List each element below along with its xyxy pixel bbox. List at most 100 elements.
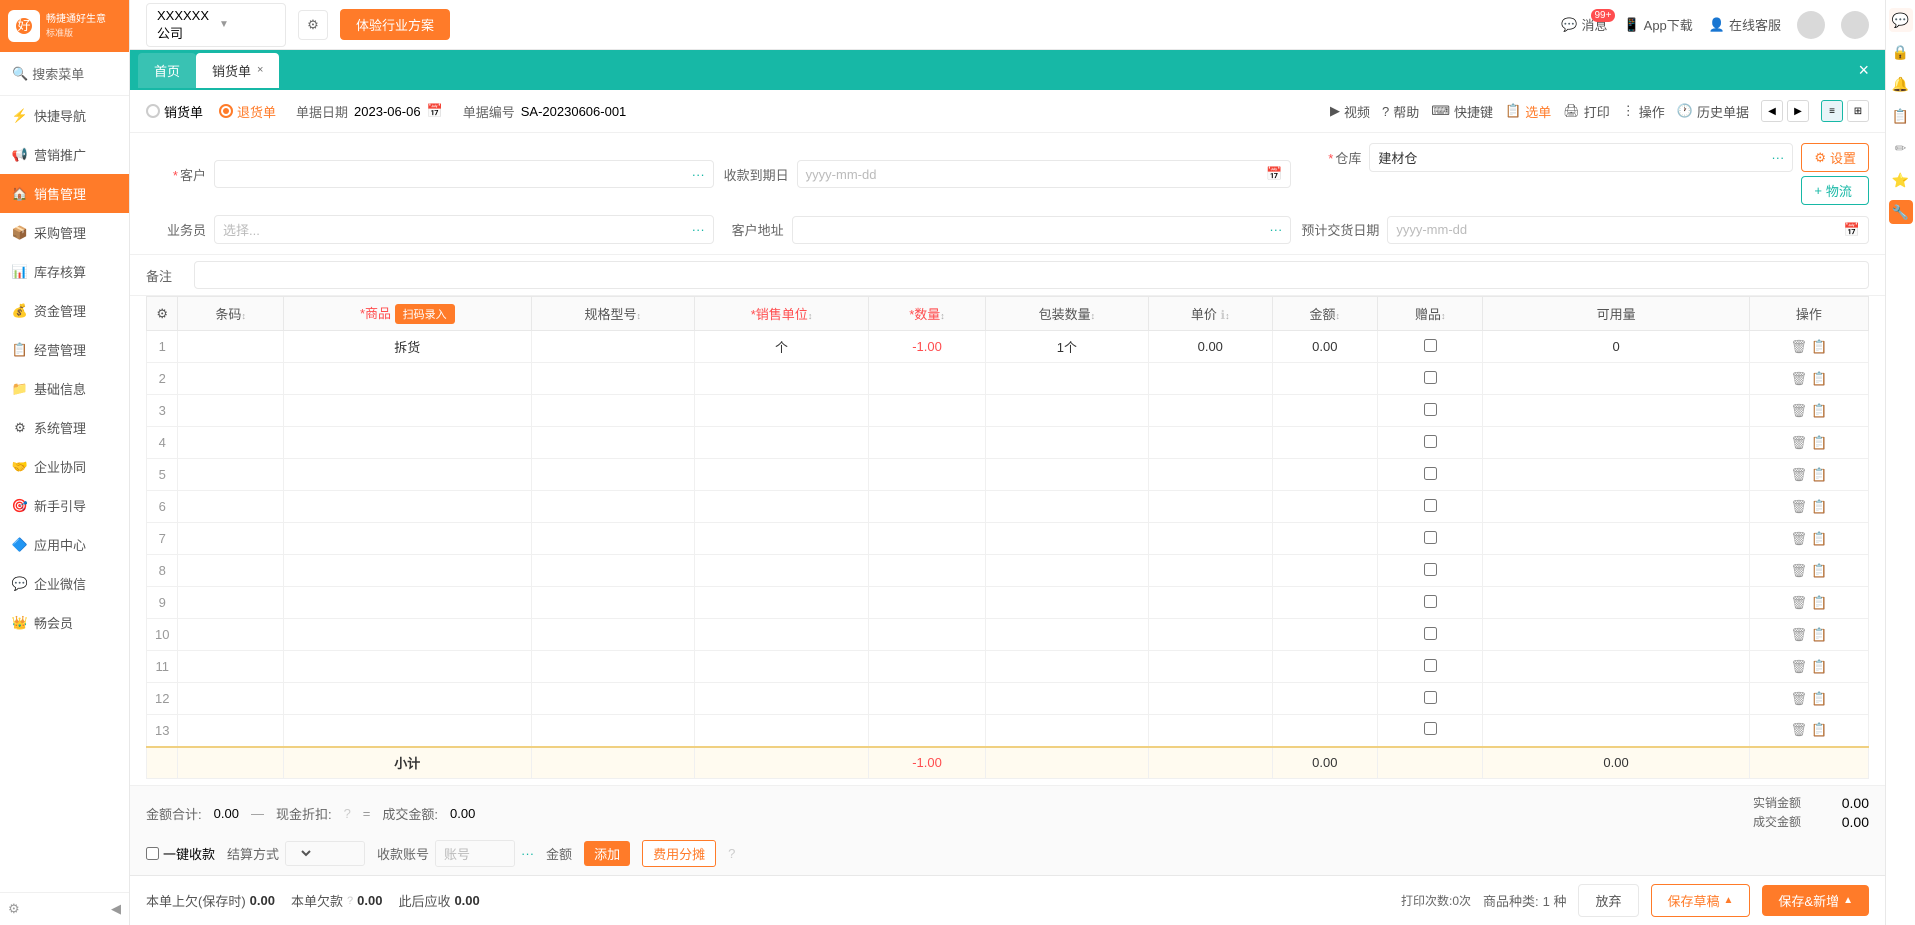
notes-input[interactable] bbox=[194, 261, 1869, 289]
app-download-button[interactable]: 📱 App下载 bbox=[1623, 15, 1692, 34]
sidebar-item-operations[interactable]: 📋 经营管理 bbox=[0, 330, 129, 369]
copy-row-10-icon[interactable]: 📋 bbox=[1811, 627, 1827, 643]
gift-checkbox-11[interactable] bbox=[1424, 659, 1437, 672]
salesperson-ellipsis[interactable]: ··· bbox=[692, 222, 705, 237]
copy-row-3-icon[interactable]: 📋 bbox=[1811, 403, 1827, 419]
gift-checkbox-10[interactable] bbox=[1424, 627, 1437, 640]
radio-return-order[interactable]: 退货单 bbox=[219, 102, 276, 121]
gift-checkbox-12[interactable] bbox=[1424, 691, 1437, 704]
history-button[interactable]: 🕐 历史单据 bbox=[1677, 102, 1749, 121]
unit-price-1[interactable]: 0.00 bbox=[1148, 331, 1272, 363]
gift-checkbox-3[interactable] bbox=[1424, 403, 1437, 416]
delete-row-6-icon[interactable]: 🗑 bbox=[1791, 499, 1808, 515]
current-due-help-icon[interactable]: ? bbox=[347, 895, 353, 907]
add-payment-button[interactable]: 添加 bbox=[584, 841, 630, 866]
copy-row-4-icon[interactable]: 📋 bbox=[1811, 435, 1827, 451]
right-panel-icon-7[interactable]: 🔧 bbox=[1889, 200, 1913, 224]
help-button[interactable]: ? 帮助 bbox=[1382, 102, 1419, 121]
right-panel-icon-2[interactable]: 🔒 bbox=[1889, 40, 1913, 64]
gift-checkbox-13[interactable] bbox=[1424, 722, 1437, 735]
receive-date-input[interactable]: yyyy-mm-dd 📅 bbox=[797, 160, 1292, 188]
sidebar-item-collab[interactable]: 🤝 企业协同 bbox=[0, 447, 129, 486]
warehouse-input[interactable]: 建材仓 ··· bbox=[1369, 143, 1793, 172]
operate-button[interactable]: ⋮ 操作 bbox=[1622, 102, 1665, 121]
close-all-tabs-button[interactable]: × bbox=[1850, 56, 1877, 85]
sidebar-item-quick-nav[interactable]: ⚡ 快捷导航 bbox=[0, 96, 129, 135]
discount-help-icon[interactable]: ? bbox=[344, 806, 351, 821]
gift-checkbox-9[interactable] bbox=[1424, 595, 1437, 608]
right-panel-icon-4[interactable]: 📋 bbox=[1889, 104, 1913, 128]
online-service-button[interactable]: 👤 在线客服 bbox=[1709, 15, 1781, 34]
tab-home[interactable]: 首页 bbox=[138, 53, 196, 88]
gift-checkbox-2[interactable] bbox=[1424, 371, 1437, 384]
tab-sales-order[interactable]: 销货单 × bbox=[196, 53, 279, 88]
sidebar-item-sales[interactable]: 🏠 销售管理 bbox=[0, 174, 129, 213]
delete-row-9-icon[interactable]: 🗑 bbox=[1791, 595, 1808, 611]
gift-checkbox-6[interactable] bbox=[1424, 499, 1437, 512]
warehouse-ellipsis[interactable]: ··· bbox=[1771, 150, 1784, 165]
discard-button[interactable]: 放弃 bbox=[1578, 884, 1638, 917]
sidebar-item-purchase[interactable]: 📦 采购管理 bbox=[0, 213, 129, 252]
message-button[interactable]: 💬 消息 99+ bbox=[1561, 15, 1607, 34]
video-button[interactable]: ▶ 视频 bbox=[1330, 102, 1370, 121]
copy-row-1-icon[interactable]: 📋 bbox=[1811, 339, 1827, 355]
delete-row-12-icon[interactable]: 🗑 bbox=[1791, 691, 1808, 707]
right-panel-icon-6[interactable]: ⭐ bbox=[1889, 168, 1913, 192]
amount-1[interactable]: 0.00 bbox=[1272, 331, 1377, 363]
radio-sale-order[interactable]: 销货单 bbox=[146, 102, 203, 121]
copy-row-9-icon[interactable]: 📋 bbox=[1811, 595, 1827, 611]
quantity-1[interactable]: -1.00 bbox=[869, 331, 986, 363]
delete-row-8-icon[interactable]: 🗑 bbox=[1791, 563, 1808, 579]
one-click-pay-checkbox[interactable]: 一键收款 bbox=[146, 844, 215, 863]
save-draft-button[interactable]: 保存草稿 ▲ bbox=[1651, 884, 1751, 917]
next-record-button[interactable]: ▶ bbox=[1787, 100, 1809, 122]
right-panel-icon-1[interactable]: 💬 bbox=[1889, 8, 1913, 32]
sidebar-item-finance[interactable]: 💰 资金管理 bbox=[0, 291, 129, 330]
logistics-button[interactable]: + 物流 bbox=[1801, 176, 1869, 205]
sidebar-item-vip[interactable]: 👑 畅会员 bbox=[0, 603, 129, 642]
scan-barcode-button[interactable]: 扫码录入 bbox=[395, 304, 455, 324]
copy-row-7-icon[interactable]: 📋 bbox=[1811, 531, 1827, 547]
copy-row-6-icon[interactable]: 📋 bbox=[1811, 499, 1827, 515]
user-avatar2[interactable] bbox=[1841, 11, 1869, 39]
sidebar-item-base[interactable]: 📁 基础信息 bbox=[0, 369, 129, 408]
user-avatar[interactable] bbox=[1797, 11, 1825, 39]
settlement-select-input[interactable] bbox=[294, 845, 314, 862]
sidebar-item-appstore[interactable]: 🔷 应用中心 bbox=[0, 525, 129, 564]
sidebar-item-inventory[interactable]: 📊 库存核算 bbox=[0, 252, 129, 291]
gift-checkbox-1[interactable] bbox=[1424, 339, 1437, 352]
gift-checkbox-4[interactable] bbox=[1424, 435, 1437, 448]
receive-calendar-icon[interactable]: 📅 bbox=[1266, 166, 1282, 182]
unit-1[interactable]: 个 bbox=[694, 331, 868, 363]
shortcut-button[interactable]: ⌨ 快捷键 bbox=[1431, 102, 1493, 121]
expected-calendar-icon[interactable]: 📅 bbox=[1844, 222, 1860, 238]
right-panel-icon-3[interactable]: 🔔 bbox=[1889, 72, 1913, 96]
fee-help-icon[interactable]: ? bbox=[728, 846, 735, 861]
gift-checkbox-8[interactable] bbox=[1424, 563, 1437, 576]
print-button[interactable]: 🖨 打印 bbox=[1563, 102, 1610, 121]
search-menu-button[interactable]: 🔍 搜索菜单 bbox=[8, 60, 121, 87]
account-ellipsis[interactable]: ··· bbox=[521, 846, 534, 861]
sidebar-item-wechat[interactable]: 💬 企业微信 bbox=[0, 564, 129, 603]
pack-qty-1[interactable]: 1个 bbox=[985, 331, 1148, 363]
sidebar-search-area[interactable]: 🔍 搜索菜单 bbox=[0, 52, 129, 96]
list-view-button[interactable]: ≡ bbox=[1821, 100, 1843, 122]
one-click-pay-input[interactable] bbox=[146, 847, 159, 860]
sidebar-item-guide[interactable]: 🎯 新手引导 bbox=[0, 486, 129, 525]
delete-row-10-icon[interactable]: 🗑 bbox=[1791, 627, 1808, 643]
settings-button[interactable]: ⚙ 设置 bbox=[1801, 143, 1869, 172]
fee-split-button[interactable]: 费用分摊 bbox=[642, 840, 716, 867]
product-1[interactable]: 拆货 bbox=[283, 331, 531, 363]
copy-row-13-icon[interactable]: 📋 bbox=[1811, 722, 1827, 738]
salesperson-input[interactable]: 选择... ··· bbox=[214, 215, 714, 244]
gift-checkbox-7[interactable] bbox=[1424, 531, 1437, 544]
settlement-select[interactable] bbox=[285, 841, 365, 866]
grid-view-button[interactable]: ⊞ bbox=[1847, 100, 1869, 122]
spec-1[interactable] bbox=[531, 331, 694, 363]
customer-ellipsis[interactable]: ··· bbox=[692, 167, 705, 182]
delete-row-1-icon[interactable]: 🗑 bbox=[1791, 339, 1808, 355]
customer-input[interactable]: ··· bbox=[214, 160, 714, 188]
tab-close-icon[interactable]: × bbox=[257, 64, 263, 76]
gift-1[interactable] bbox=[1378, 331, 1483, 363]
account-input[interactable]: 账号 bbox=[435, 840, 515, 867]
